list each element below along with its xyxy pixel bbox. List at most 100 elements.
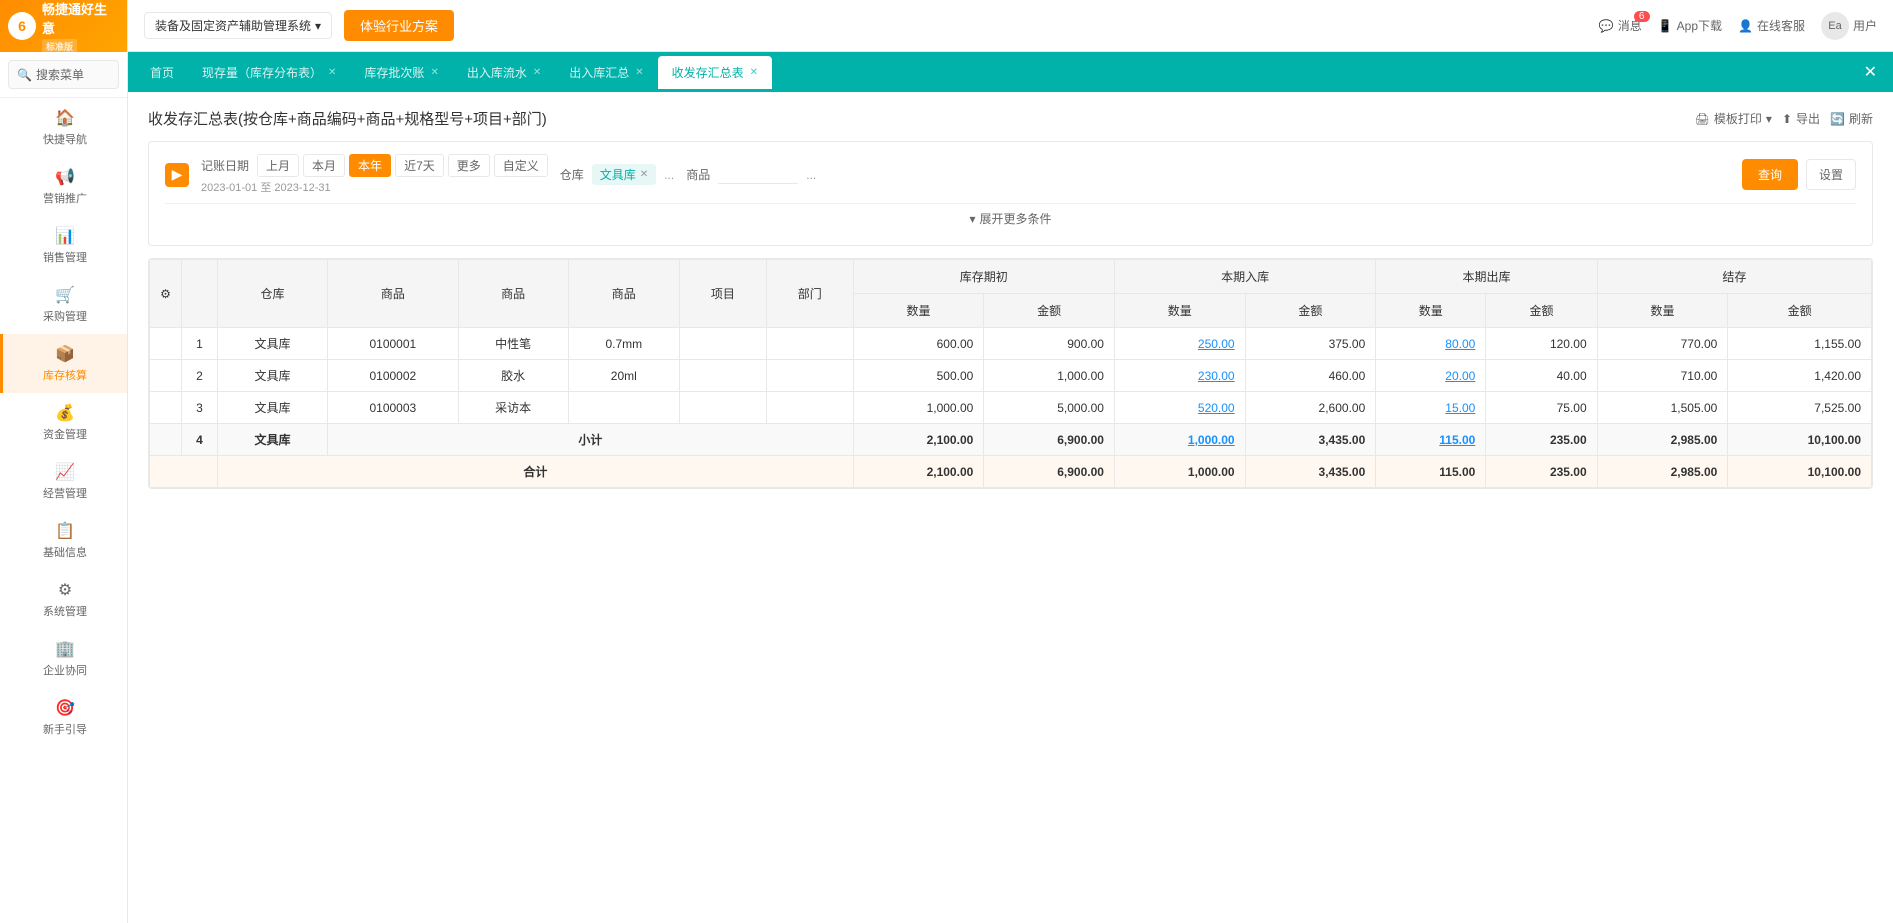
sidebar-item-label: 销售管理 bbox=[43, 249, 87, 265]
tab-stock-dist[interactable]: 现存量（库存分布表） ✕ bbox=[188, 56, 350, 89]
td-in-qty[interactable]: 230.00 bbox=[1114, 360, 1245, 392]
app-download-action[interactable]: 📱 App下载 bbox=[1658, 17, 1722, 34]
td-total-in-amount: 3,435.00 bbox=[1245, 456, 1376, 488]
user-action[interactable]: Ea 用户 bbox=[1821, 12, 1877, 40]
user-label: 用户 bbox=[1853, 17, 1877, 34]
messages-action[interactable]: 💬 消息 6 bbox=[1599, 17, 1642, 34]
tab-receive-summary[interactable]: 收发存汇总表 ✕ bbox=[658, 56, 772, 89]
th-closing-group: 结存 bbox=[1597, 260, 1871, 294]
table-container: ⚙ 仓库 商品 商品 商品 项目 部门 库存期初 本期入库 本期出库 结存 bbox=[148, 258, 1873, 489]
tab-inout-flow[interactable]: 出入库流水 ✕ bbox=[453, 56, 555, 89]
product-input[interactable] bbox=[718, 165, 798, 184]
date-custom[interactable]: 自定义 bbox=[494, 154, 548, 177]
tab-inout-summary[interactable]: 出入库汇总 ✕ bbox=[555, 56, 657, 89]
td-settings bbox=[150, 392, 182, 424]
warehouse-tag-close[interactable]: ✕ bbox=[640, 169, 648, 180]
td-sku-spec: 0.7mm bbox=[568, 328, 679, 360]
sidebar-item-label: 系统管理 bbox=[43, 603, 87, 619]
th-in-qty: 数量 bbox=[1114, 294, 1245, 328]
tab-stock-dist-label: 现存量（库存分布表） bbox=[202, 64, 322, 81]
sidebar-item-purchase[interactable]: 🛒 采购管理 bbox=[0, 275, 127, 334]
td-sku-name: 采访本 bbox=[458, 392, 568, 424]
td-no: 3 bbox=[182, 392, 218, 424]
td-in-qty[interactable]: 250.00 bbox=[1114, 328, 1245, 360]
finance-icon: 💰 bbox=[55, 403, 75, 423]
product-more-btn[interactable]: ... bbox=[806, 168, 816, 182]
td-sub-out-amount: 235.00 bbox=[1486, 424, 1597, 456]
query-button[interactable]: 查询 bbox=[1742, 159, 1798, 190]
template-print-button[interactable]: 🖨 模板打印 ▾ bbox=[1695, 110, 1772, 127]
td-sub-in-qty[interactable]: 1,000.00 bbox=[1114, 424, 1245, 456]
td-sku-code: 0100002 bbox=[328, 360, 459, 392]
td-department bbox=[766, 392, 853, 424]
tab-batch[interactable]: 库存批次账 ✕ bbox=[350, 56, 452, 89]
user-avatar: Ea bbox=[1821, 12, 1849, 40]
td-total-in-qty: 1,000.00 bbox=[1114, 456, 1245, 488]
sidebar-item-inventory[interactable]: 📦 库存核算 bbox=[0, 334, 127, 393]
trial-button[interactable]: 体验行业方案 bbox=[344, 10, 454, 41]
marketing-icon: 📢 bbox=[55, 167, 75, 187]
td-warehouse: 文具库 bbox=[218, 328, 328, 360]
td-sub-out-qty[interactable]: 115.00 bbox=[1376, 424, 1486, 456]
date-this-month[interactable]: 本月 bbox=[303, 154, 345, 177]
close-icon[interactable]: ✕ bbox=[635, 67, 643, 78]
td-in-qty[interactable]: 520.00 bbox=[1114, 392, 1245, 424]
td-in-amount: 2,600.00 bbox=[1245, 392, 1376, 424]
search-menu-label: 搜索菜单 bbox=[36, 66, 84, 83]
td-out-amount: 75.00 bbox=[1486, 392, 1597, 424]
td-out-qty[interactable]: 20.00 bbox=[1376, 360, 1486, 392]
sidebar-item-finance[interactable]: 💰 资金管理 bbox=[0, 393, 127, 452]
close-icon[interactable]: ✕ bbox=[328, 67, 336, 78]
warehouse-tag-text: 文具库 bbox=[600, 166, 636, 183]
td-out-amount: 40.00 bbox=[1486, 360, 1597, 392]
date-more[interactable]: 更多 bbox=[448, 154, 490, 177]
warehouse-more-btn[interactable]: ... bbox=[664, 168, 674, 182]
td-out-qty[interactable]: 80.00 bbox=[1376, 328, 1486, 360]
tab-home-label: 首页 bbox=[150, 64, 174, 81]
tabbar-close-button[interactable]: ✕ bbox=[1856, 58, 1885, 86]
date-this-year[interactable]: 本年 bbox=[349, 154, 391, 177]
sidebar-item-operations[interactable]: 📈 经营管理 bbox=[0, 452, 127, 511]
base-info-icon: 📋 bbox=[55, 521, 75, 541]
sidebar-item-sales[interactable]: 📊 销售管理 bbox=[0, 216, 127, 275]
td-closing-qty: 710.00 bbox=[1597, 360, 1728, 392]
td-opening-amount: 1,000.00 bbox=[984, 360, 1115, 392]
print-icon: 🖨 bbox=[1695, 112, 1710, 126]
search-menu-button[interactable]: 🔍 搜索菜单 bbox=[8, 60, 119, 89]
filter-toggle-button[interactable]: ▶ bbox=[165, 163, 189, 187]
export-button[interactable]: ⬆ 导出 bbox=[1782, 110, 1820, 127]
sidebar-item-enterprise[interactable]: 🏢 企业协同 bbox=[0, 629, 127, 688]
th-settings[interactable]: ⚙ bbox=[150, 260, 182, 328]
date-7days[interactable]: 近7天 bbox=[395, 154, 444, 177]
sidebar-item-marketing[interactable]: 📢 营销推广 bbox=[0, 157, 127, 216]
th-project: 项目 bbox=[679, 260, 766, 328]
td-department bbox=[766, 360, 853, 392]
close-icon[interactable]: ✕ bbox=[430, 67, 438, 78]
sidebar-item-guide[interactable]: 🎯 新手引导 bbox=[0, 688, 127, 747]
close-icon[interactable]: ✕ bbox=[533, 67, 541, 78]
system-name: 装备及固定资产辅助管理系统 bbox=[155, 17, 311, 34]
settings-button[interactable]: 设置 bbox=[1806, 159, 1856, 190]
td-project bbox=[679, 360, 766, 392]
expand-conditions-btn[interactable]: ▾ 展开更多条件 bbox=[165, 203, 1856, 233]
sidebar-item-base-info[interactable]: 📋 基础信息 bbox=[0, 511, 127, 570]
td-opening-amount: 5,000.00 bbox=[984, 392, 1115, 424]
th-no bbox=[182, 260, 218, 328]
warehouse-label: 仓库 bbox=[560, 166, 584, 183]
total-row: 合计 2,100.00 6,900.00 1,000.00 3,435.00 1… bbox=[150, 456, 1872, 488]
tab-home[interactable]: 首页 bbox=[136, 56, 188, 89]
online-service-action[interactable]: 👤 在线客服 bbox=[1738, 17, 1805, 34]
close-icon[interactable]: ✕ bbox=[750, 67, 758, 78]
chevron-down-icon: ▾ bbox=[315, 19, 321, 33]
refresh-button[interactable]: 🔄 刷新 bbox=[1830, 110, 1873, 127]
date-last-month[interactable]: 上月 bbox=[257, 154, 299, 177]
inventory-icon: 📦 bbox=[55, 344, 75, 364]
td-total-closing-amount: 10,100.00 bbox=[1728, 456, 1872, 488]
export-icon: ⬆ bbox=[1782, 112, 1792, 126]
sidebar-item-quick-nav[interactable]: 🏠 快捷导航 bbox=[0, 98, 127, 157]
system-select[interactable]: 装备及固定资产辅助管理系统 ▾ bbox=[144, 12, 332, 39]
sidebar-item-system[interactable]: ⚙ 系统管理 bbox=[0, 570, 127, 629]
page-container: 收发存汇总表(按仓库+商品编码+商品+规格型号+项目+部门) 🖨 模板打印 ▾ … bbox=[128, 92, 1893, 505]
td-total-settings bbox=[150, 456, 218, 488]
td-out-qty[interactable]: 15.00 bbox=[1376, 392, 1486, 424]
